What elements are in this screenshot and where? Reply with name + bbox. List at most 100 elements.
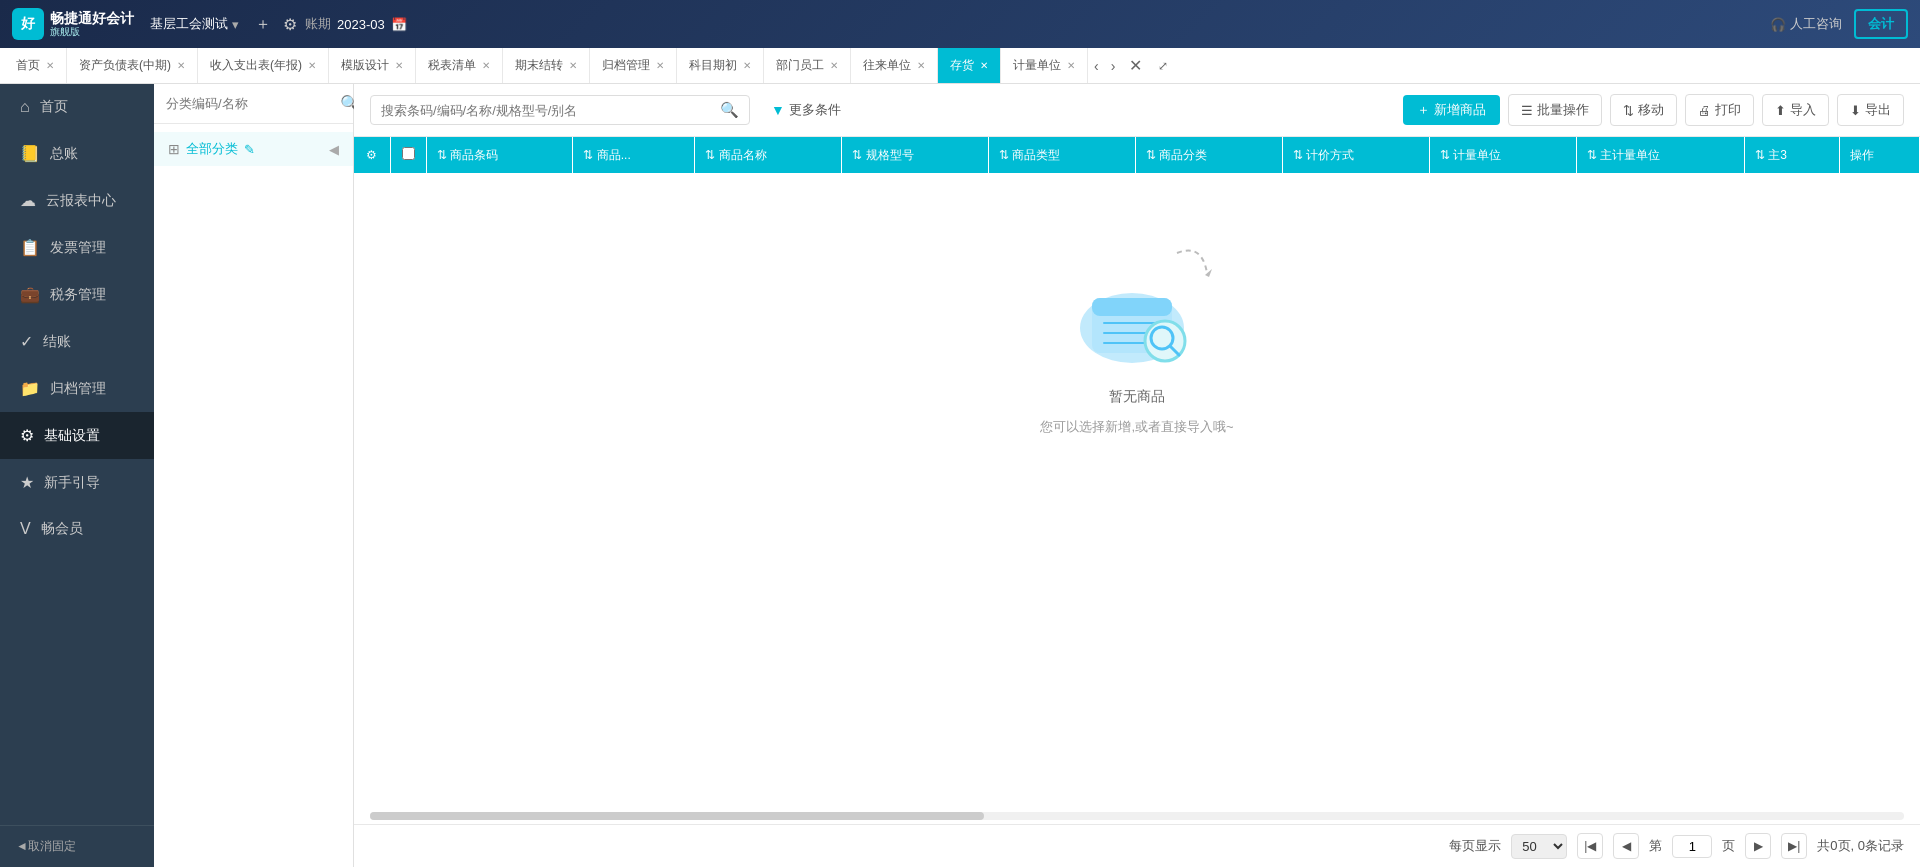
sidebar-unpin[interactable]: ◄取消固定: [0, 825, 154, 867]
tab-contact-close[interactable]: ✕: [917, 61, 925, 71]
page-number-input[interactable]: [1672, 835, 1712, 858]
service-button[interactable]: 🎧 人工咨询: [1770, 15, 1842, 33]
move-icon: ⇅: [1623, 103, 1634, 118]
page-size-select[interactable]: 50 10 20 100: [1511, 834, 1567, 859]
tab-unit-close[interactable]: ✕: [1067, 61, 1075, 71]
tab-tax[interactable]: 税表清单 ✕: [416, 48, 503, 84]
tab-period-close[interactable]: ✕: [569, 61, 577, 71]
tab-home[interactable]: 首页 ✕: [4, 48, 67, 84]
tab-close-all[interactable]: ✕: [1121, 48, 1150, 84]
product-search-icon[interactable]: 🔍: [720, 101, 739, 119]
logo-text: 畅捷通好会计 旗舰版: [50, 10, 134, 39]
table-col-main-unit[interactable]: ⇅ 主计量单位: [1576, 137, 1744, 173]
table-col-price[interactable]: ⇅ 计价方式: [1282, 137, 1429, 173]
prev-page-button[interactable]: ◀: [1613, 833, 1639, 859]
scrollbar-thumb[interactable]: [370, 812, 984, 820]
sidebar-tax-label: 税务管理: [50, 286, 106, 304]
table-col-name[interactable]: ⇅ 商品名称: [695, 137, 842, 173]
next-page-button[interactable]: ▶: [1745, 833, 1771, 859]
tab-income[interactable]: 收入支出表(年报) ✕: [198, 48, 329, 84]
archive-icon: 📁: [20, 379, 40, 398]
sidebar-item-member[interactable]: V 畅会员: [0, 506, 154, 552]
select-all-checkbox[interactable]: [402, 147, 415, 160]
cat-collapse-icon[interactable]: ◀: [329, 142, 339, 157]
sort-icon-9: ⇅: [1587, 148, 1597, 162]
tab-home-close[interactable]: ✕: [46, 61, 54, 71]
tab-home-label: 首页: [16, 57, 40, 74]
tab-inventory-close[interactable]: ✕: [980, 61, 988, 71]
sidebar-item-reports[interactable]: ☁ 云报表中心: [0, 177, 154, 224]
company-name: 基层工会测试: [150, 15, 228, 33]
sidebar-item-settings[interactable]: ⚙ 基础设置: [0, 412, 154, 459]
period-value: 2023-03: [337, 17, 385, 32]
tab-balance-label: 资产负债表(中期): [79, 57, 171, 74]
tab-contact[interactable]: 往来单位 ✕: [851, 48, 938, 84]
empty-subtitle: 您可以选择新增,或者直接导入哦~: [1040, 418, 1233, 436]
export-button[interactable]: ⬇ 导出: [1837, 94, 1904, 126]
import-button[interactable]: ⬆ 导入: [1762, 94, 1829, 126]
account-button[interactable]: 会计: [1854, 9, 1908, 39]
tab-dept[interactable]: 部门员工 ✕: [764, 48, 851, 84]
sidebar-item-home[interactable]: ⌂ 首页: [0, 84, 154, 130]
tab-nav-left[interactable]: ‹: [1088, 48, 1105, 84]
sidebar-item-tax[interactable]: 💼 税务管理: [0, 271, 154, 318]
last-page-button[interactable]: ▶|: [1781, 833, 1807, 859]
table-col-checkbox[interactable]: [390, 137, 426, 173]
table-col-code[interactable]: ⇅ 商品...: [573, 137, 695, 173]
tab-template[interactable]: 模版设计 ✕: [329, 48, 416, 84]
company-selector[interactable]: 基层工会测试 ▾: [150, 15, 239, 33]
tab-income-close[interactable]: ✕: [308, 61, 316, 71]
sidebar-item-archive[interactable]: 📁 归档管理: [0, 365, 154, 412]
sort-icon-5: ⇅: [999, 148, 1009, 162]
table-col-barcode[interactable]: ⇅ 商品条码: [426, 137, 573, 173]
table-col-spec[interactable]: ⇅ 规格型号: [842, 137, 989, 173]
add-product-button[interactable]: ＋ 新增商品: [1403, 95, 1500, 125]
category-search-input[interactable]: [166, 96, 334, 111]
tab-balance[interactable]: 资产负债表(中期) ✕: [67, 48, 198, 84]
more-filter-button[interactable]: ▼ 更多条件: [762, 95, 850, 125]
tab-archive-close[interactable]: ✕: [656, 61, 664, 71]
tab-dept-label: 部门员工: [776, 57, 824, 74]
table-col-type[interactable]: ⇅ 商品类型: [989, 137, 1136, 173]
sidebar-item-settle[interactable]: ✓ 结账: [0, 318, 154, 365]
sidebar-item-guide[interactable]: ★ 新手引导: [0, 459, 154, 506]
tab-tax-close[interactable]: ✕: [482, 61, 490, 71]
tab-nav-right[interactable]: ›: [1105, 48, 1122, 84]
sort-icon-8: ⇅: [1440, 148, 1450, 162]
product-search-input[interactable]: [381, 103, 714, 118]
table-col-settings[interactable]: ⚙: [354, 137, 390, 173]
first-page-button[interactable]: |◀: [1577, 833, 1603, 859]
category-all[interactable]: ⊞ 全部分类 ✎ ◀: [154, 132, 353, 166]
tab-template-close[interactable]: ✕: [395, 61, 403, 71]
sidebar-item-ledger[interactable]: 📒 总账: [0, 130, 154, 177]
cat-edit-icon[interactable]: ✎: [244, 142, 255, 157]
table-col-unit[interactable]: ⇅ 计量单位: [1429, 137, 1576, 173]
tab-unit[interactable]: 计量单位 ✕: [1001, 48, 1088, 84]
table-col-category[interactable]: ⇅ 商品分类: [1136, 137, 1283, 173]
sidebar-reports-label: 云报表中心: [46, 192, 116, 210]
filter-label: 更多条件: [789, 101, 841, 119]
print-button[interactable]: 🖨 打印: [1685, 94, 1754, 126]
calendar-icon[interactable]: 📅: [391, 17, 407, 32]
sidebar-item-invoice[interactable]: 📋 发票管理: [0, 224, 154, 271]
sidebar-home-label: 首页: [40, 98, 68, 116]
move-button[interactable]: ⇅ 移动: [1610, 94, 1677, 126]
tab-inventory[interactable]: 存货 ✕: [938, 48, 1001, 84]
table-col-extra[interactable]: ⇅ 主3: [1745, 137, 1840, 173]
tab-expand[interactable]: ⤢: [1150, 48, 1176, 84]
category-search: 🔍: [154, 84, 353, 124]
tab-balance-close[interactable]: ✕: [177, 61, 185, 71]
tab-subject-close[interactable]: ✕: [743, 61, 751, 71]
tab-period[interactable]: 期末结转 ✕: [503, 48, 590, 84]
tab-dept-close[interactable]: ✕: [830, 61, 838, 71]
tab-archive[interactable]: 归档管理 ✕: [590, 48, 677, 84]
page-unit: 页: [1722, 837, 1735, 855]
batch-operation-button[interactable]: ☰ 批量操作: [1508, 94, 1602, 126]
settings-icon[interactable]: ⚙: [283, 15, 297, 34]
batch-icon: ☰: [1521, 103, 1533, 118]
add-tab-icon[interactable]: ＋: [255, 14, 271, 35]
tab-subject[interactable]: 科目期初 ✕: [677, 48, 764, 84]
scrollbar-track[interactable]: [370, 812, 1904, 820]
batch-label: 批量操作: [1537, 101, 1589, 119]
pagination-bar: 每页显示 50 10 20 100 |◀ ◀ 第 页 ▶ ▶| 共0页, 0条记…: [354, 824, 1920, 867]
